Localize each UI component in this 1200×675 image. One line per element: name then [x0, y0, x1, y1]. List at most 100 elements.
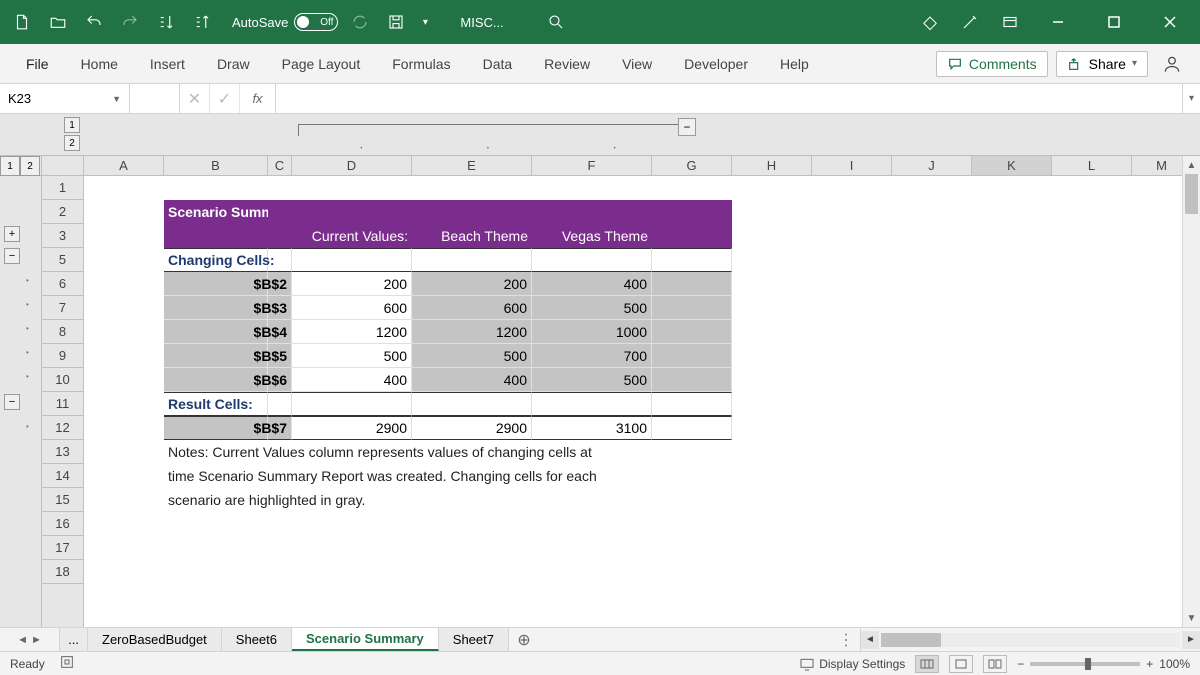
col-header[interactable]: F: [532, 156, 652, 175]
add-sheet-button[interactable]: ⊕: [509, 628, 539, 651]
qat-more-icon[interactable]: ▾: [418, 8, 432, 36]
row-header[interactable]: 14: [42, 464, 83, 488]
zoom-level[interactable]: 100%: [1159, 657, 1190, 671]
col-header[interactable]: L: [1052, 156, 1132, 175]
row-header[interactable]: 1: [42, 176, 83, 200]
col-header[interactable]: H: [732, 156, 812, 175]
row-header[interactable]: 11: [42, 392, 83, 416]
scroll-right-icon[interactable]: ►: [1182, 631, 1200, 649]
search-icon[interactable]: [542, 8, 570, 36]
scroll-up-icon[interactable]: ▲: [1183, 156, 1200, 174]
col-header[interactable]: K: [972, 156, 1052, 175]
ribbon-tab-pagelayout[interactable]: Page Layout: [268, 44, 375, 83]
scroll-down-icon[interactable]: ▼: [1183, 609, 1200, 627]
formula-input[interactable]: [276, 84, 1182, 113]
zoom-slider[interactable]: [1030, 662, 1140, 666]
ribbon-tab-help[interactable]: Help: [766, 44, 823, 83]
ribbon-tab-data[interactable]: Data: [469, 44, 527, 83]
row-header[interactable]: 15: [42, 488, 83, 512]
col-header[interactable]: C: [268, 156, 292, 175]
view-pagelayout-icon[interactable]: [949, 655, 973, 673]
col-header[interactable]: D: [292, 156, 412, 175]
row-header[interactable]: 5: [42, 248, 83, 272]
minimize-button[interactable]: [1036, 8, 1080, 36]
undo-icon[interactable]: [80, 8, 108, 36]
sheet-tab[interactable]: ZeroBasedBudget: [88, 628, 222, 651]
account-icon[interactable]: [1156, 50, 1188, 78]
horizontal-scrollbar[interactable]: ◄ ►: [860, 628, 1200, 651]
save-icon[interactable]: [382, 8, 410, 36]
col-header[interactable]: B: [164, 156, 268, 175]
sort-asc-icon[interactable]: [152, 8, 180, 36]
row-header[interactable]: 2: [42, 200, 83, 224]
name-box[interactable]: K23▼: [0, 84, 130, 113]
view-normal-icon[interactable]: [915, 655, 939, 673]
fx-label[interactable]: fx: [240, 84, 276, 113]
wand-icon[interactable]: [956, 8, 984, 36]
open-file-icon[interactable]: [44, 8, 72, 36]
col-header[interactable]: G: [652, 156, 732, 175]
ribbon-tab-file[interactable]: File: [12, 44, 63, 83]
share-button[interactable]: Share▾: [1056, 51, 1148, 77]
diamond-icon[interactable]: ◇: [916, 8, 944, 36]
ribbon-tab-draw[interactable]: Draw: [203, 44, 264, 83]
sheet-tab[interactable]: Sheet6: [222, 628, 292, 651]
row-header[interactable]: 13: [42, 440, 83, 464]
close-button[interactable]: [1148, 8, 1192, 36]
col-outline-level-2[interactable]: 2: [64, 135, 80, 151]
select-all-corner[interactable]: [42, 156, 84, 175]
row-outline-level-1[interactable]: 1: [0, 156, 20, 176]
display-settings-button[interactable]: Display Settings: [799, 656, 905, 672]
formula-expand-icon[interactable]: ▾: [1182, 84, 1200, 113]
redo-icon[interactable]: [116, 8, 144, 36]
zoom-out-button[interactable]: −: [1017, 657, 1024, 671]
spreadsheet-grid[interactable]: Scenario Summary Current Values:Beach Th…: [84, 176, 1200, 627]
row-outline-level-2[interactable]: 2: [20, 156, 40, 176]
row-header[interactable]: 8: [42, 320, 83, 344]
vertical-scrollbar[interactable]: ▲ ▼: [1182, 156, 1200, 627]
col-outline-level-1[interactable]: 1: [64, 117, 80, 133]
sheet-tab-more[interactable]: ...: [60, 628, 88, 651]
row-header[interactable]: 7: [42, 296, 83, 320]
sort-desc-icon[interactable]: [188, 8, 216, 36]
row-header[interactable]: 10: [42, 368, 83, 392]
autosave-toggle[interactable]: AutoSave Off: [232, 13, 338, 31]
row-outline-expand[interactable]: +: [4, 226, 20, 242]
scroll-track[interactable]: [881, 633, 1180, 647]
sheet-nav[interactable]: ◄ ►: [0, 628, 60, 651]
row-outline-collapse[interactable]: −: [4, 248, 20, 264]
ribbon-tab-review[interactable]: Review: [530, 44, 604, 83]
ribbon-tab-insert[interactable]: Insert: [136, 44, 199, 83]
fx-insert-icon[interactable]: [130, 84, 180, 113]
col-header[interactable]: E: [412, 156, 532, 175]
row-header[interactable]: 17: [42, 536, 83, 560]
col-header[interactable]: J: [892, 156, 972, 175]
ribbon-tab-formulas[interactable]: Formulas: [378, 44, 464, 83]
ribbon-tab-view[interactable]: View: [608, 44, 666, 83]
view-pagebreak-icon[interactable]: [983, 655, 1007, 673]
row-header[interactable]: 12: [42, 416, 83, 440]
scroll-left-icon[interactable]: ◄: [861, 631, 879, 649]
comments-button[interactable]: Comments: [936, 51, 1048, 77]
row-header[interactable]: 18: [42, 560, 83, 584]
chevron-down-icon[interactable]: ▼: [112, 94, 121, 104]
scroll-thumb[interactable]: [1185, 174, 1198, 214]
row-header[interactable]: 16: [42, 512, 83, 536]
new-file-icon[interactable]: [8, 8, 36, 36]
sheet-tab-active[interactable]: Scenario Summary: [292, 628, 439, 651]
col-header[interactable]: I: [812, 156, 892, 175]
row-header[interactable]: 9: [42, 344, 83, 368]
ribbon-tab-developer[interactable]: Developer: [670, 44, 762, 83]
macro-record-icon[interactable]: [59, 654, 75, 673]
zoom-in-button[interactable]: +: [1146, 657, 1153, 671]
col-header[interactable]: A: [84, 156, 164, 175]
ribbon-mode-icon[interactable]: [996, 8, 1024, 36]
row-outline-collapse[interactable]: −: [4, 394, 20, 410]
row-header[interactable]: 3: [42, 224, 83, 248]
refresh-icon[interactable]: [346, 8, 374, 36]
col-outline-collapse[interactable]: −: [678, 118, 696, 136]
sheet-tab[interactable]: Sheet7: [439, 628, 509, 651]
maximize-button[interactable]: [1092, 8, 1136, 36]
row-header[interactable]: 6: [42, 272, 83, 296]
ribbon-tab-home[interactable]: Home: [67, 44, 132, 83]
